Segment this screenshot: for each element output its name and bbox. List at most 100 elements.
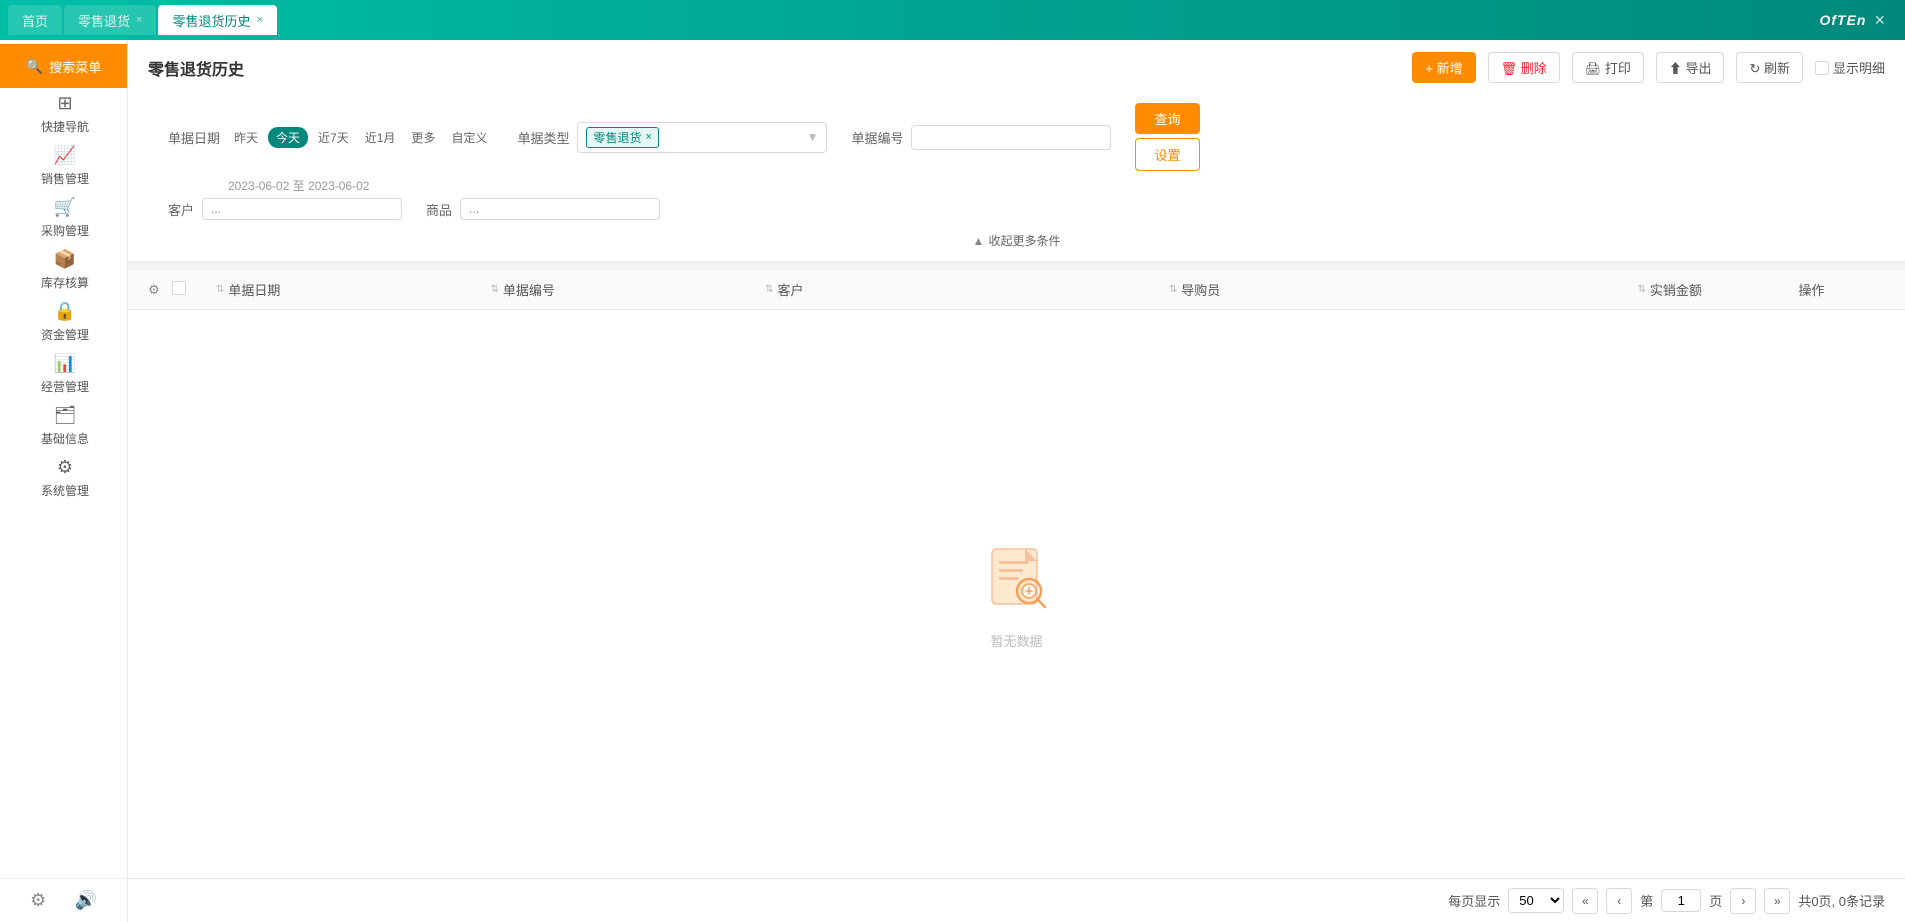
table-body: 暂无数据 [128,310,1905,878]
sidebar-item-label-basic-info: 基础信息 [41,430,89,447]
empty-text: 暂无数据 [990,631,1042,650]
voucher-type-label: 单据类型 [517,128,569,147]
next-page-icon: › [1741,894,1745,908]
customer-input[interactable]: ... [202,198,402,220]
per-page-label: 每页显示 [1448,891,1500,910]
date-btn-last1m[interactable]: 近1月 [359,127,402,148]
th-guide: ⇅ 导购员 [1161,280,1436,299]
pagination-summary: 共0页, 0条记录 [1798,891,1885,910]
sidebar-item-system[interactable]: ⚙ 系统管理 [0,452,127,504]
date-btn-last7[interactable]: 近7天 [312,127,355,148]
first-page-icon: « [1582,894,1589,908]
th-voucher-no: ⇅ 单据编号 [483,280,758,299]
export-button[interactable]: ⬆ 导出 [1656,52,1725,83]
sidebar-item-sales[interactable]: 📈 销售管理 [0,140,127,192]
th-checkbox[interactable] [172,281,208,298]
filter-date-range-item: 2023-06-02 至 2023-06-02 [228,175,369,194]
main-content: 零售退货历史 + 新增 🗑 删除 🖨 打印 ⬆ 导出 ↻ 刷新 显示明细 [128,40,1905,922]
delete-button[interactable]: 🗑 删除 [1488,52,1560,83]
th-actual-amount-sorticon: ⇅ [1638,284,1646,295]
date-btn-custom[interactable]: 自定义 [445,127,493,148]
voucher-no-input[interactable] [911,125,1111,150]
table-header: ⚙ ⇅ 单据日期 ⇅ 单据编号 ⇅ 客户 ⇅ 导购员 [128,270,1905,310]
th-actions: 操作 [1726,280,1897,299]
date-filter-btns: 昨天 今天 近7天 近1月 更多 自定义 [228,127,493,148]
page-title-row: 零售退货历史 + 新增 🗑 删除 🖨 打印 ⬆ 导出 ↻ 刷新 显示明细 [148,52,1885,83]
main-layout: 🔍 搜索菜单 ⊞ 快捷导航 📈 销售管理 🛒 采购管理 📦 库存核算 🔒 资金管… [0,40,1905,922]
filter-row-date-range: 2023-06-02 至 2023-06-02 [148,175,1885,194]
th-voucher-date: ⇅ 单据日期 [208,280,483,299]
page-label: 第 [1640,891,1653,910]
voucher-type-tag-text: 零售退货 [593,129,641,146]
sidebar-search[interactable]: 🔍 搜索菜单 [0,44,127,88]
filter-voucher-date: 单据日期 昨天 今天 近7天 近1月 更多 自定义 [168,127,493,148]
th-setting[interactable]: ⚙ [136,282,172,298]
date-range-text: 2023-06-02 至 2023-06-02 [228,177,369,194]
voucher-type-value: 零售退货 × [586,127,802,148]
operations-icon: 📊 [54,353,76,374]
first-page-btn[interactable]: « [1572,888,1598,914]
page-number-input[interactable] [1661,889,1701,912]
window-close-btn[interactable]: × [1874,10,1885,31]
filter-goods: 商品 ... [426,198,660,220]
filter-voucher-no: 单据编号 [851,125,1111,150]
th-voucher-no-sorticon: ⇅ [491,284,499,295]
filter-customer: 客户 ... [168,198,402,220]
per-page-select[interactable]: 50 10 20 100 [1508,888,1564,913]
sidebar-item-quick-nav[interactable]: ⊞ 快捷导航 [0,88,127,140]
sidebar-item-label-sales: 销售管理 [41,170,89,187]
prev-page-btn[interactable]: ‹ [1606,888,1632,914]
top-bar: + 新增 首页 零售退货 × 零售退货历史 × OfTEn × [0,0,1905,40]
filter-area: 单据日期 昨天 今天 近7天 近1月 更多 自定义 单据类型 [148,93,1885,261]
date-btn-today[interactable]: 今天 [268,127,308,148]
tab-retail-return-history-close[interactable]: × [256,14,262,26]
tab-retail-return-label: 零售退货 [78,11,130,30]
inventory-icon: 📦 [54,249,76,270]
search-icon: 🔍 [26,58,43,75]
print-button[interactable]: 🖨 打印 [1572,52,1644,83]
voucher-type-tag-close[interactable]: × [645,131,651,143]
prev-page-icon: ‹ [1617,894,1621,908]
settings-btn[interactable]: ⚙ [30,890,46,911]
tab-home[interactable]: + 新增 首页 [8,5,62,35]
add-button[interactable]: + 新增 [1412,52,1475,83]
empty-illustration [967,539,1067,619]
page-title: 零售退货历史 [148,56,244,80]
sidebar-item-inventory[interactable]: 📦 库存核算 [0,244,127,296]
brand-label: OfTEn [1819,12,1866,28]
set-button[interactable]: 设置 [1135,138,1199,171]
goods-input[interactable]: ... [460,198,660,220]
date-btn-more[interactable]: 更多 [405,127,441,148]
refresh-button[interactable]: ↻ 刷新 [1736,52,1803,83]
last-page-btn[interactable]: » [1764,888,1790,914]
voucher-type-select[interactable]: 零售退货 × ▼ [577,122,827,153]
tab-retail-return[interactable]: 零售退货 × [64,5,156,35]
next-page-btn[interactable]: › [1730,888,1756,914]
sidebar-item-purchase[interactable]: 🛒 采购管理 [0,192,127,244]
collapse-row[interactable]: ▲ 收起更多条件 [148,228,1885,257]
customer-label: 客户 [168,200,194,219]
last-page-icon: » [1774,894,1781,908]
tab-retail-return-history[interactable]: 零售退货历史 × [158,5,276,35]
tab-list: + 新增 首页 零售退货 × 零售退货历史 × [8,5,1819,35]
sidebar-item-operations[interactable]: 📊 经营管理 [0,348,127,400]
sidebar-item-label-finance: 资金管理 [41,326,89,343]
show-detail-wrap: 显示明细 [1815,58,1885,77]
tab-retail-return-close[interactable]: × [136,14,142,26]
tab-retail-return-history-label: 零售退货历史 [172,11,250,30]
query-button[interactable]: 查询 [1135,103,1199,134]
sidebar: 🔍 搜索菜单 ⊞ 快捷导航 📈 销售管理 🛒 采购管理 📦 库存核算 🔒 资金管… [0,40,128,922]
top-bar-right: OfTEn × [1819,10,1897,31]
sidebar-item-basic-info[interactable]: 🗂 基础信息 [0,400,127,452]
tab-home-label: 首页 [22,11,48,30]
collapse-icon: ▲ [973,234,985,248]
show-detail-checkbox[interactable] [1815,61,1829,75]
filter-row-2: 客户 ... 商品 ... [148,198,1885,220]
date-btn-yesterday[interactable]: 昨天 [228,127,264,148]
quick-nav-icon: ⊞ [57,93,72,114]
audio-btn[interactable]: 🔊 [74,890,96,911]
filter-row-1: 单据日期 昨天 今天 近7天 近1月 更多 自定义 单据类型 [148,103,1885,171]
sidebar-item-label-inventory: 库存核算 [41,274,89,291]
purchase-icon: 🛒 [54,197,76,218]
sidebar-item-finance[interactable]: 🔒 资金管理 [0,296,127,348]
